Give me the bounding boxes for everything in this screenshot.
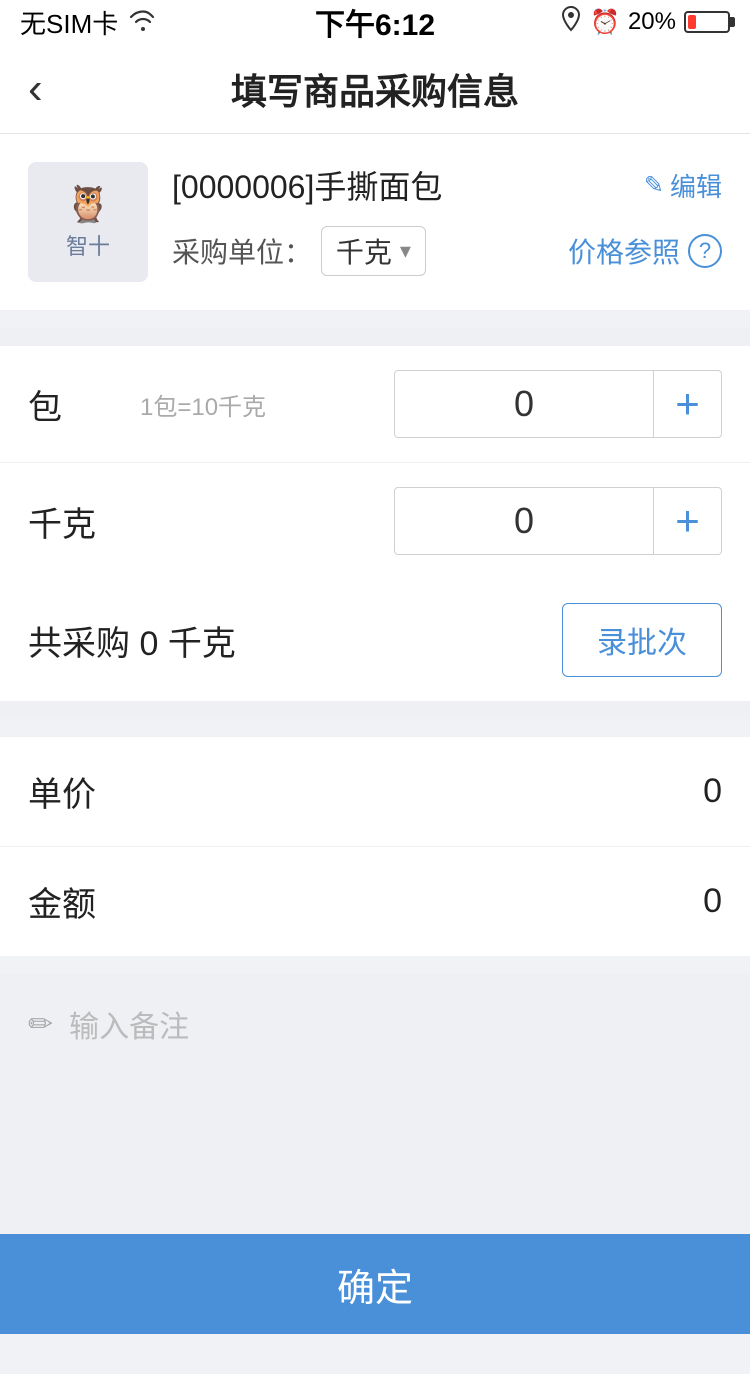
product-name-row: [0000006]手撕面包 ✎ 编辑	[172, 162, 722, 208]
product-image: 🦉 智十	[28, 162, 148, 282]
product-logo-label: 智十	[66, 229, 110, 261]
edit-icon: ✎	[644, 171, 664, 200]
kg-input-right: 0 +	[394, 487, 722, 555]
unit-selector: 采购单位： 千克 ▾	[172, 226, 426, 276]
product-card: 🦉 智十 [0000006]手撕面包 ✎ 编辑 采购单位： 千克 ▾	[0, 134, 750, 310]
battery-percent: 20%	[628, 8, 676, 36]
nav-bar: ‹ 填写商品采购信息	[0, 44, 750, 134]
input-row-kg: 千克 0 +	[0, 463, 750, 579]
product-logo-icon: 🦉	[66, 183, 111, 225]
price-label: 单价	[28, 767, 96, 816]
price-row: 单价 0	[0, 737, 750, 847]
status-left: 无SIM卡	[20, 4, 158, 41]
bao-input-right: 0 +	[394, 370, 722, 438]
unit-select[interactable]: 千克 ▾	[321, 226, 426, 276]
page-title: 填写商品采购信息	[231, 63, 519, 115]
help-symbol: ?	[699, 238, 711, 264]
unit-value: 千克	[336, 231, 392, 271]
amount-label: 金额	[28, 877, 96, 926]
summary-text: 共采购 0 千克	[28, 616, 236, 665]
confirm-button[interactable]: 确定	[0, 1234, 750, 1334]
price-ref-label: 价格参照	[568, 231, 680, 271]
section-divider-1	[0, 328, 750, 346]
summary-section: 共采购 0 千克 录批次	[0, 579, 750, 701]
summary-prefix: 共采购	[28, 625, 139, 663]
bao-label: 包	[28, 380, 128, 429]
kg-label: 千克	[28, 497, 128, 546]
summary-amount: 0	[139, 625, 167, 663]
edit-button[interactable]: ✎ 编辑	[644, 167, 722, 204]
bao-plus-button[interactable]: +	[654, 370, 722, 438]
detail-section: 单价 0 金额 0	[0, 737, 750, 956]
section-divider-2	[0, 701, 750, 719]
unit-label: 采购单位：	[172, 237, 312, 268]
edit-label: 编辑	[670, 167, 722, 204]
chevron-down-icon: ▾	[400, 238, 411, 264]
carrier-label: 无SIM卡	[20, 4, 118, 41]
batch-button[interactable]: 录批次	[562, 603, 722, 677]
status-right: ⏰ 20%	[560, 6, 730, 39]
product-info: [0000006]手撕面包 ✎ 编辑 采购单位： 千克 ▾ 价格参照	[172, 162, 722, 276]
input-section: 包 1包=10千克 0 + 千克 0 +	[0, 346, 750, 579]
summary-unit: 千克	[168, 625, 236, 663]
wifi-icon	[128, 7, 158, 38]
bao-value: 0	[514, 383, 534, 425]
product-name: [0000006]手撕面包	[172, 162, 442, 208]
kg-plus-button[interactable]: +	[654, 487, 722, 555]
note-section[interactable]: ✏ 输入备注	[0, 974, 750, 1074]
status-time: 下午6:12	[315, 0, 435, 44]
input-row-bao: 包 1包=10千克 0 +	[0, 346, 750, 463]
kg-input[interactable]: 0	[394, 487, 654, 555]
summary-row: 共采购 0 千克 录批次	[0, 579, 750, 701]
price-value: 0	[703, 772, 722, 811]
bao-sublabel: 1包=10千克	[140, 387, 266, 422]
price-ref-button[interactable]: 价格参照 ?	[568, 231, 722, 271]
alarm-icon: ⏰	[590, 8, 620, 37]
location-icon	[560, 6, 582, 39]
status-bar: 无SIM卡 下午6:12 ⏰ 20%	[0, 0, 750, 44]
pencil-icon: ✏	[28, 1007, 53, 1042]
battery-icon	[684, 11, 730, 33]
back-button[interactable]: ‹	[28, 67, 43, 111]
bao-input[interactable]: 0	[394, 370, 654, 438]
note-placeholder: 输入备注	[69, 1002, 189, 1046]
product-unit-row: 采购单位： 千克 ▾ 价格参照 ?	[172, 226, 722, 276]
help-icon: ?	[688, 234, 722, 268]
amount-row: 金额 0	[0, 847, 750, 956]
kg-value: 0	[514, 500, 534, 542]
amount-value: 0	[703, 882, 722, 921]
